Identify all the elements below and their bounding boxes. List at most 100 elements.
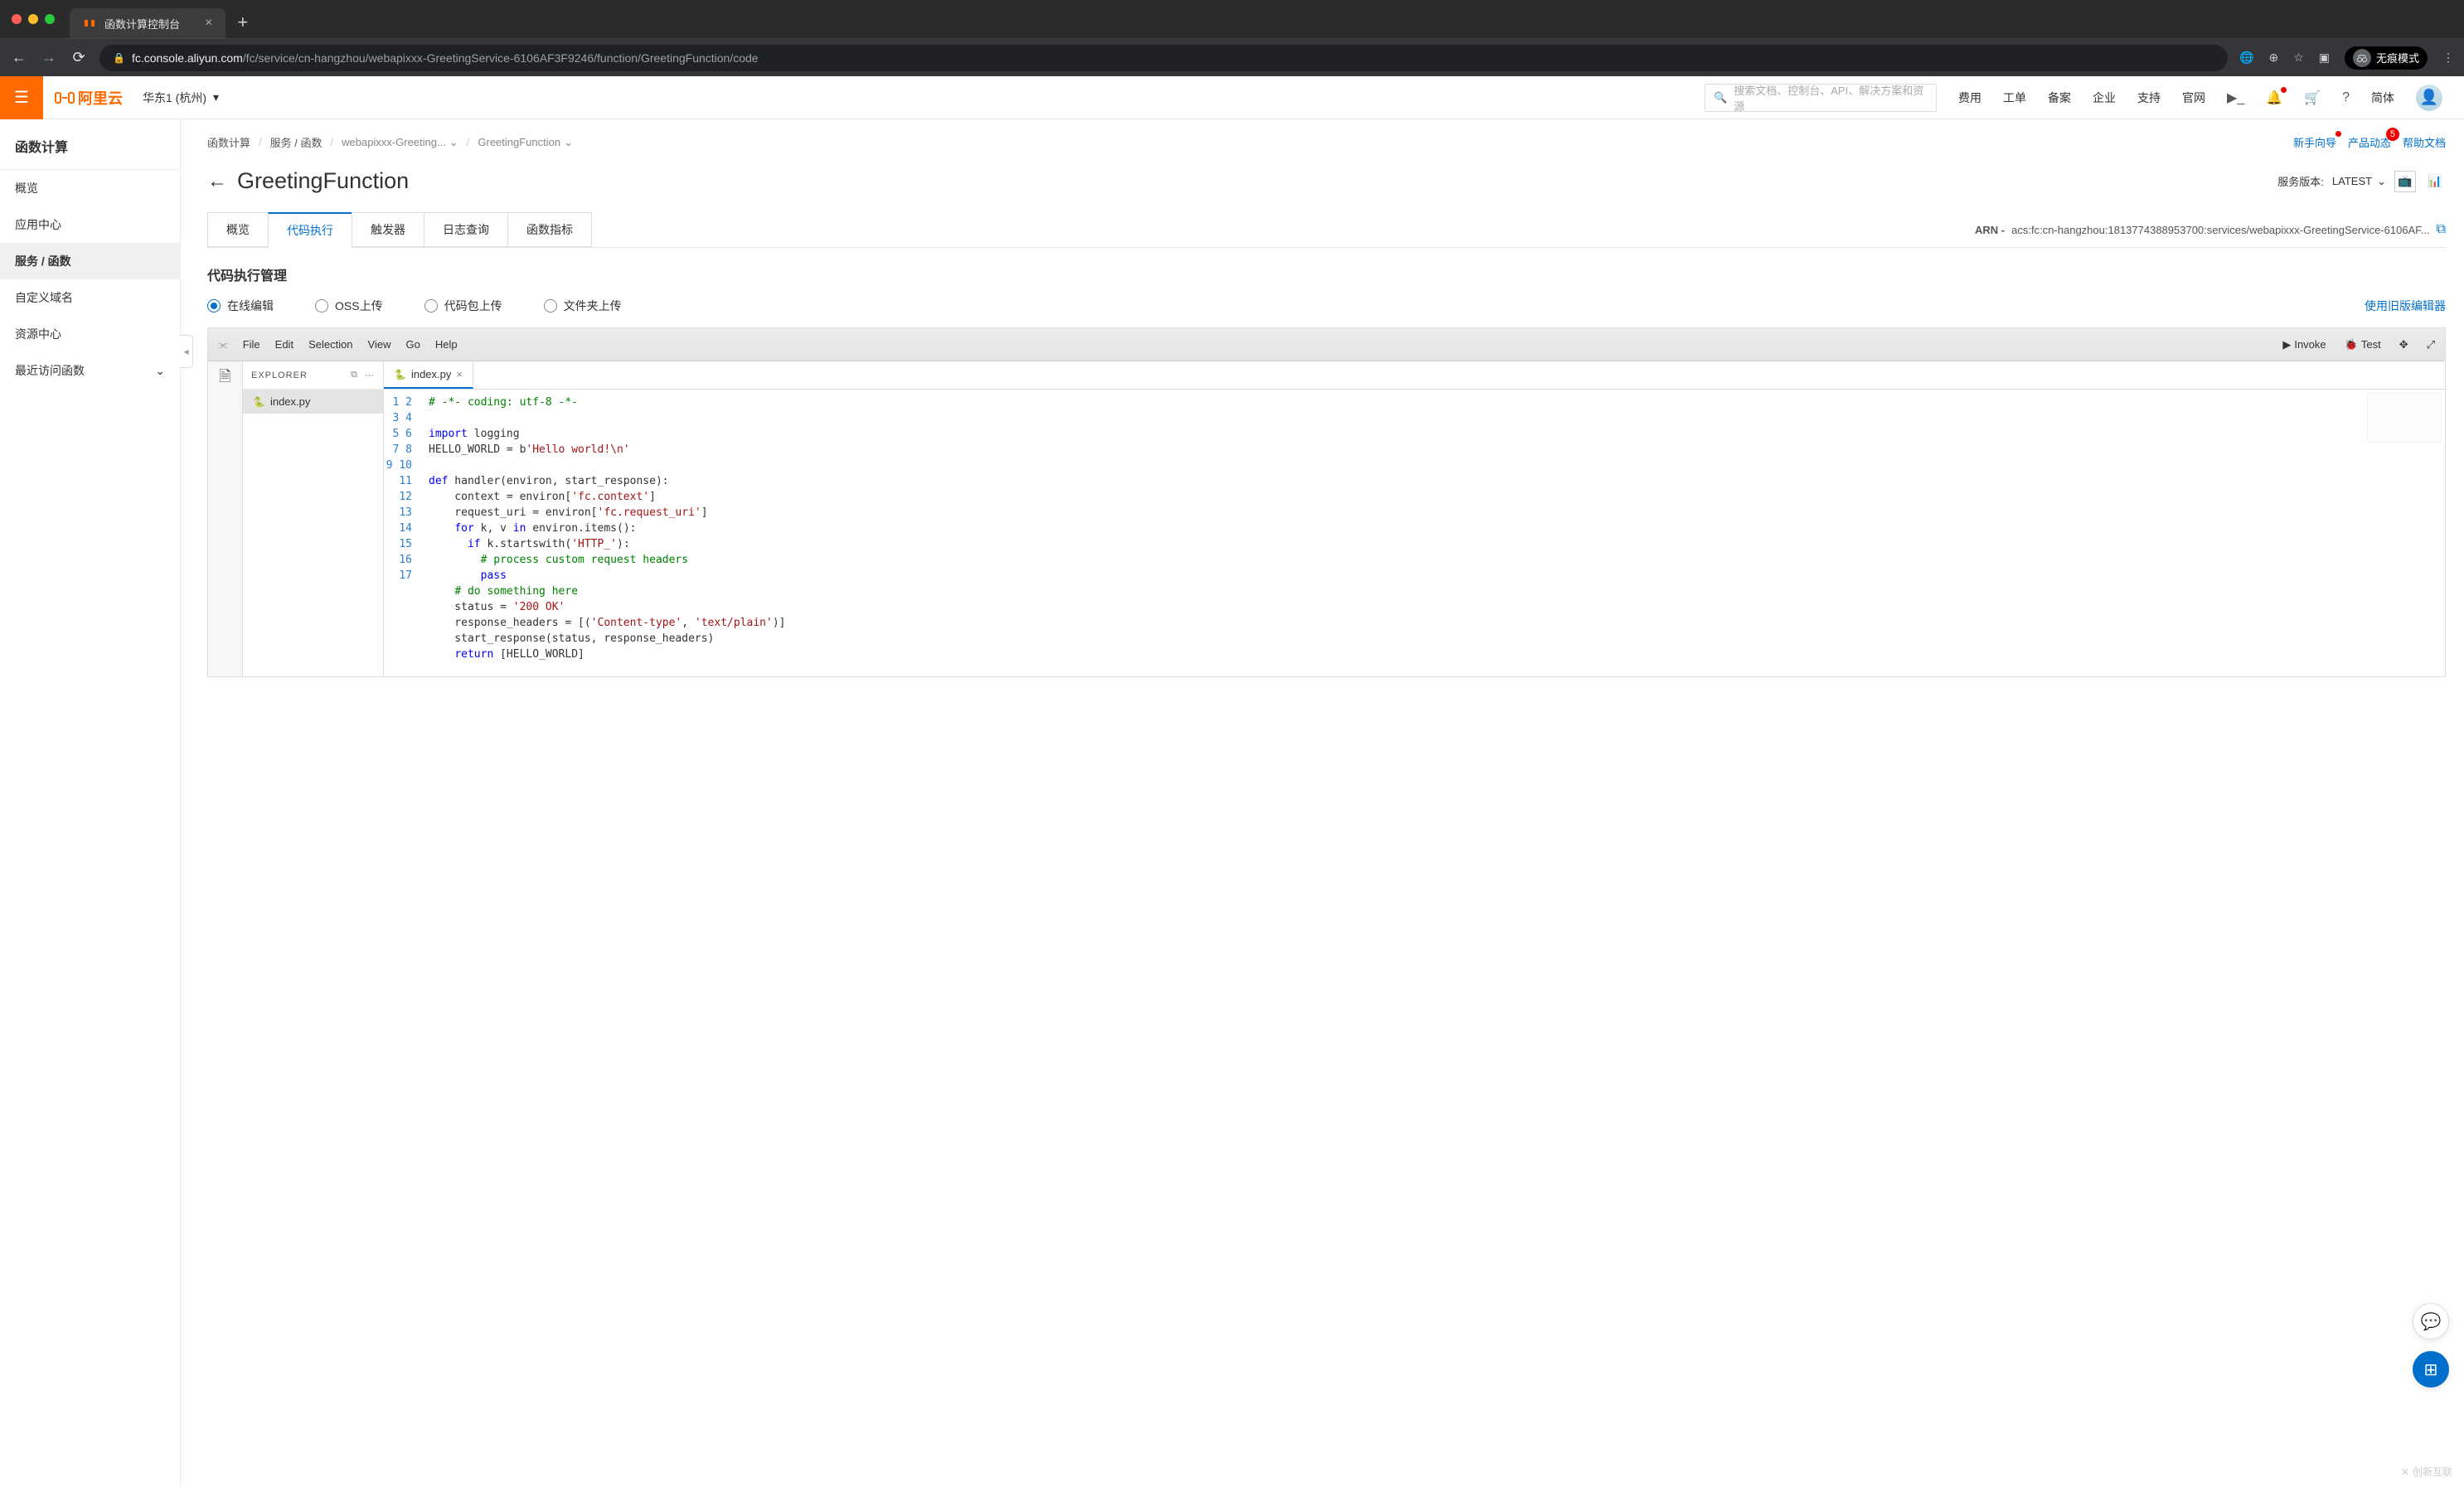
page-tab[interactable]: 函数指标 <box>507 212 592 247</box>
monitor-icon-button[interactable]: 📺 <box>2394 171 2416 192</box>
nav-link-support[interactable]: 支持 <box>2137 90 2161 106</box>
browser-menu-icon[interactable]: ⋮ <box>2442 51 2454 65</box>
ide-activity-bar: 🗎 <box>208 361 243 676</box>
upload-mode-radio[interactable]: 代码包上传 <box>424 298 502 314</box>
radio-icon <box>424 299 438 312</box>
metrics-icon-button[interactable]: 📊 <box>2424 171 2446 192</box>
top-nav-links: 费用 工单 备案 企业 支持 官网 ▶_ 🔔 🛒 ? 简体 👤 <box>1937 85 2464 111</box>
apps-button[interactable]: ⊞ <box>2413 1351 2449 1388</box>
search-icon: 🔍 <box>1714 91 1727 104</box>
ide-menu-item[interactable]: View <box>368 338 391 351</box>
page-tab[interactable]: 触发器 <box>352 212 424 247</box>
ide-link-icon[interactable]: ⫘ <box>218 338 228 351</box>
forward-button[interactable]: → <box>40 49 58 66</box>
page-tab[interactable]: 概览 <box>207 212 269 247</box>
translate-icon[interactable]: 🌐 <box>2239 51 2253 65</box>
breadcrumb-service-dropdown[interactable]: webapixxx-Greeting... ⌄ <box>342 136 458 149</box>
breadcrumb-item[interactable]: 函数计算 <box>207 134 250 150</box>
upload-mode-radio[interactable]: OSS上传 <box>315 298 383 314</box>
url-path: /fc/service/cn-hangzhou/webapixxx-Greeti… <box>243 51 759 65</box>
back-button[interactable]: ← <box>10 49 28 66</box>
arn-value: acs:fc:cn-hangzhou:1813774388953700:serv… <box>2011 224 2429 236</box>
section-title: 代码执行管理 <box>207 264 2446 284</box>
page-title-row: ← GreetingFunction 服务版本: LATEST ⌄ 📺 📊 <box>207 168 2446 194</box>
tab-close-icon[interactable]: × <box>205 16 212 31</box>
collapse-all-icon[interactable]: ⧉ <box>351 370 358 380</box>
product-news-link[interactable]: 产品动态5 <box>2348 134 2391 150</box>
nav-link-enterprise[interactable]: 企业 <box>2093 90 2116 106</box>
chat-button[interactable]: 💬 <box>2413 1303 2449 1339</box>
tabs-row: 概览代码执行触发器日志查询函数指标 ARN - acs:fc:cn-hangzh… <box>207 212 2446 248</box>
bookmark-icon[interactable]: ☆ <box>2293 51 2304 65</box>
browser-tab[interactable]: 函数计算控制台 × <box>70 8 226 38</box>
chevron-down-icon: ⌄ <box>155 364 165 378</box>
console-header: ☰ 阿里云 华东1 (杭州) ▾ 🔍 搜索文档、控制台、API、解决方案和资源 … <box>0 76 2464 119</box>
version-dropdown[interactable]: LATEST ⌄ <box>2332 175 2386 188</box>
menu-toggle-button[interactable]: ☰ <box>0 76 43 119</box>
nav-link-billing[interactable]: 费用 <box>1958 90 1981 106</box>
editor-tabs: 🐍 index.py × <box>384 361 2445 390</box>
search-input[interactable]: 🔍 搜索文档、控制台、API、解决方案和资源 <box>1705 84 1937 112</box>
ide-menu-item[interactable]: Edit <box>275 338 293 351</box>
nav-link-site[interactable]: 官网 <box>2182 90 2205 106</box>
minimap[interactable] <box>2367 393 2442 443</box>
ide-menu-item[interactable]: File <box>243 338 260 351</box>
sidebar-item[interactable]: 概览 <box>0 170 180 206</box>
code-content[interactable]: # -*- coding: utf-8 -*- import logging H… <box>419 390 785 676</box>
nav-link-icp[interactable]: 备案 <box>2048 90 2071 106</box>
url-input[interactable]: 🔒 fc.console.aliyun.com/fc/service/cn-ha… <box>99 45 2228 71</box>
page-tabs: 概览代码执行触发器日志查询函数指标 <box>207 212 591 247</box>
guide-link[interactable]: 新手向导 <box>2293 134 2336 150</box>
upload-mode-radio[interactable]: 文件夹上传 <box>544 298 622 314</box>
terminal-icon[interactable]: ▶_ <box>2227 90 2244 106</box>
region-selector[interactable]: 华东1 (杭州) ▾ <box>143 90 219 106</box>
close-window-icon[interactable] <box>12 14 22 24</box>
lock-icon: 🔒 <box>113 52 125 64</box>
upload-mode-radio[interactable]: 在线编辑 <box>207 298 274 314</box>
breadcrumb-function-dropdown[interactable]: GreetingFunction ⌄ <box>478 136 573 149</box>
zoom-icon[interactable]: ⊕ <box>2268 51 2278 65</box>
file-item[interactable]: 🐍 index.py <box>243 390 383 414</box>
brand-logo[interactable]: 阿里云 <box>43 87 134 109</box>
breadcrumb-item[interactable]: 服务 / 函数 <box>270 134 323 150</box>
copy-arn-button[interactable]: ⧉ <box>2437 222 2446 237</box>
chevron-down-icon: ⌄ <box>564 136 573 149</box>
close-tab-icon[interactable]: × <box>456 368 463 380</box>
nav-link-ticket[interactable]: 工单 <box>2003 90 2026 106</box>
files-icon[interactable]: 🗎 <box>215 368 236 390</box>
old-editor-link[interactable]: 使用旧版编辑器 <box>2365 298 2446 314</box>
extensions-icon[interactable]: ▣ <box>2319 51 2330 65</box>
sidebar-item[interactable]: 自定义域名 <box>0 279 180 316</box>
maximize-window-icon[interactable] <box>45 14 55 24</box>
user-avatar[interactable]: 👤 <box>2416 85 2442 111</box>
ide-menu-item[interactable]: Help <box>435 338 458 351</box>
sidebar-item[interactable]: 应用中心 <box>0 206 180 243</box>
back-arrow-button[interactable]: ← <box>207 170 227 193</box>
notifications-icon[interactable]: 🔔 <box>2266 90 2282 106</box>
help-docs-link[interactable]: 帮助文档 <box>2403 134 2446 150</box>
move-icon[interactable]: ✥ <box>2399 338 2408 351</box>
help-icon[interactable]: ? <box>2342 90 2350 105</box>
sidebar-item[interactable]: 服务 / 函数 <box>0 243 180 279</box>
invoke-button[interactable]: ▶ Invoke <box>2282 338 2326 351</box>
ide-menu-item[interactable]: Go <box>406 338 420 351</box>
cart-icon[interactable]: 🛒 <box>2304 90 2321 106</box>
sidebar-item[interactable]: 最近访问函数⌄ <box>0 352 180 389</box>
ide-menu-item[interactable]: Selection <box>308 338 352 351</box>
watermark: ✕ 创新互联 <box>2401 1465 2452 1479</box>
more-icon[interactable]: ⋯ <box>365 370 375 380</box>
aliyun-logo-icon <box>55 90 75 105</box>
language-selector[interactable]: 简体 <box>2371 90 2394 106</box>
page-tab[interactable]: 日志查询 <box>424 212 508 247</box>
page-tab[interactable]: 代码执行 <box>268 212 352 248</box>
minimize-window-icon[interactable] <box>28 14 38 24</box>
test-button[interactable]: 🐞 Test <box>2345 338 2381 351</box>
editor-tab[interactable]: 🐍 index.py × <box>384 361 473 389</box>
incognito-badge[interactable]: 无痕模式 <box>2345 46 2428 70</box>
code-area[interactable]: 1 2 3 4 5 6 7 8 9 10 11 12 13 14 15 16 1… <box>384 390 2445 676</box>
function-name: GreetingFunction <box>237 168 409 194</box>
fullscreen-icon[interactable]: ⤢ <box>2427 338 2435 351</box>
sidebar-item[interactable]: 资源中心 <box>0 316 180 352</box>
new-tab-button[interactable]: + <box>237 12 248 33</box>
reload-button[interactable]: ⟳ <box>70 49 88 66</box>
